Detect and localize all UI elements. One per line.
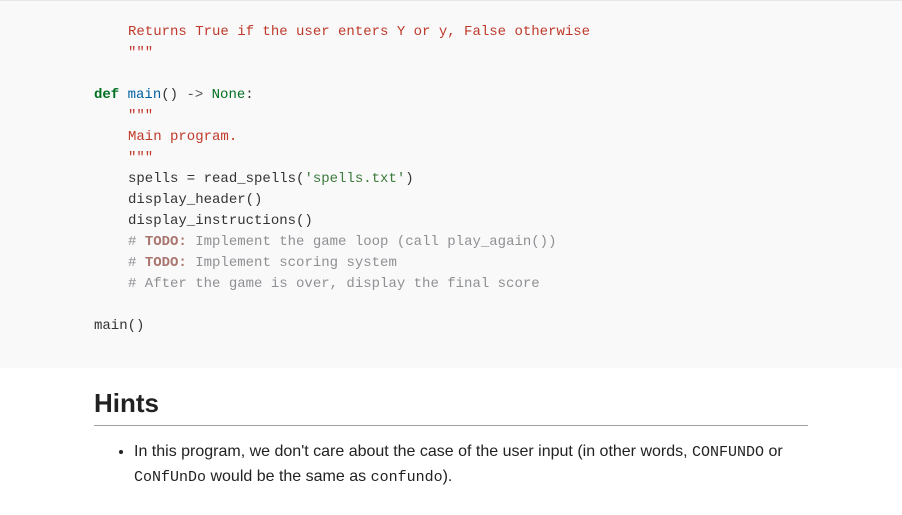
docstring-quote-close-1: """ xyxy=(128,45,153,61)
content-area: Hints In this program, we don't care abo… xyxy=(0,388,902,515)
hash-1: # xyxy=(128,234,145,250)
hint-1-mid2: would be the same as xyxy=(206,468,371,485)
close-paren-1: ) xyxy=(405,171,413,187)
page-container: Returns True if the user enters Y or y, … xyxy=(0,0,902,515)
hint-1-code-1: CONFUNDO xyxy=(692,444,764,461)
todo-1-text: Implement the game loop (call play_again… xyxy=(187,234,557,250)
hint-1-after: ). xyxy=(443,468,453,485)
func-name-main: main xyxy=(128,87,162,103)
hint-list: In this program, we don't care about the… xyxy=(94,440,808,489)
docstring-return: Returns True if the user enters Y or y, … xyxy=(128,24,590,40)
hint-1-code-2: CoNfUnDo xyxy=(134,469,206,486)
hint-1-code-3: confundo xyxy=(371,469,443,486)
main-call: main() xyxy=(94,318,144,334)
docstring-main: Main program. xyxy=(128,129,237,145)
todo-2-text: Implement scoring system xyxy=(187,255,397,271)
docstring-quote-open-2: """ xyxy=(128,108,153,124)
arrow-op: -> xyxy=(178,87,212,103)
spells-file-string: 'spells.txt' xyxy=(304,171,405,187)
paren: () xyxy=(161,87,178,103)
spells-assign: spells = read_spells( xyxy=(128,171,304,187)
hints-heading: Hints xyxy=(94,388,808,419)
def-keyword: def xyxy=(94,87,119,103)
docstring-quote-close-2: """ xyxy=(128,150,153,166)
none-type: None xyxy=(212,87,246,103)
colon: : xyxy=(245,87,253,103)
display-header-call: display_header() xyxy=(128,192,262,208)
hint-item-1: In this program, we don't care about the… xyxy=(134,440,808,489)
code-block: Returns True if the user enters Y or y, … xyxy=(0,1,902,368)
todo-1: TODO: xyxy=(145,234,187,250)
hint-1-text-before: In this program, we don't care about the… xyxy=(134,443,692,460)
hints-rule xyxy=(94,425,808,426)
comment-final: # After the game is over, display the fi… xyxy=(128,276,540,292)
todo-2: TODO: xyxy=(145,255,187,271)
display-instructions-call: display_instructions() xyxy=(128,213,313,229)
hash-2: # xyxy=(128,255,145,271)
hint-1-mid: or xyxy=(764,443,783,460)
